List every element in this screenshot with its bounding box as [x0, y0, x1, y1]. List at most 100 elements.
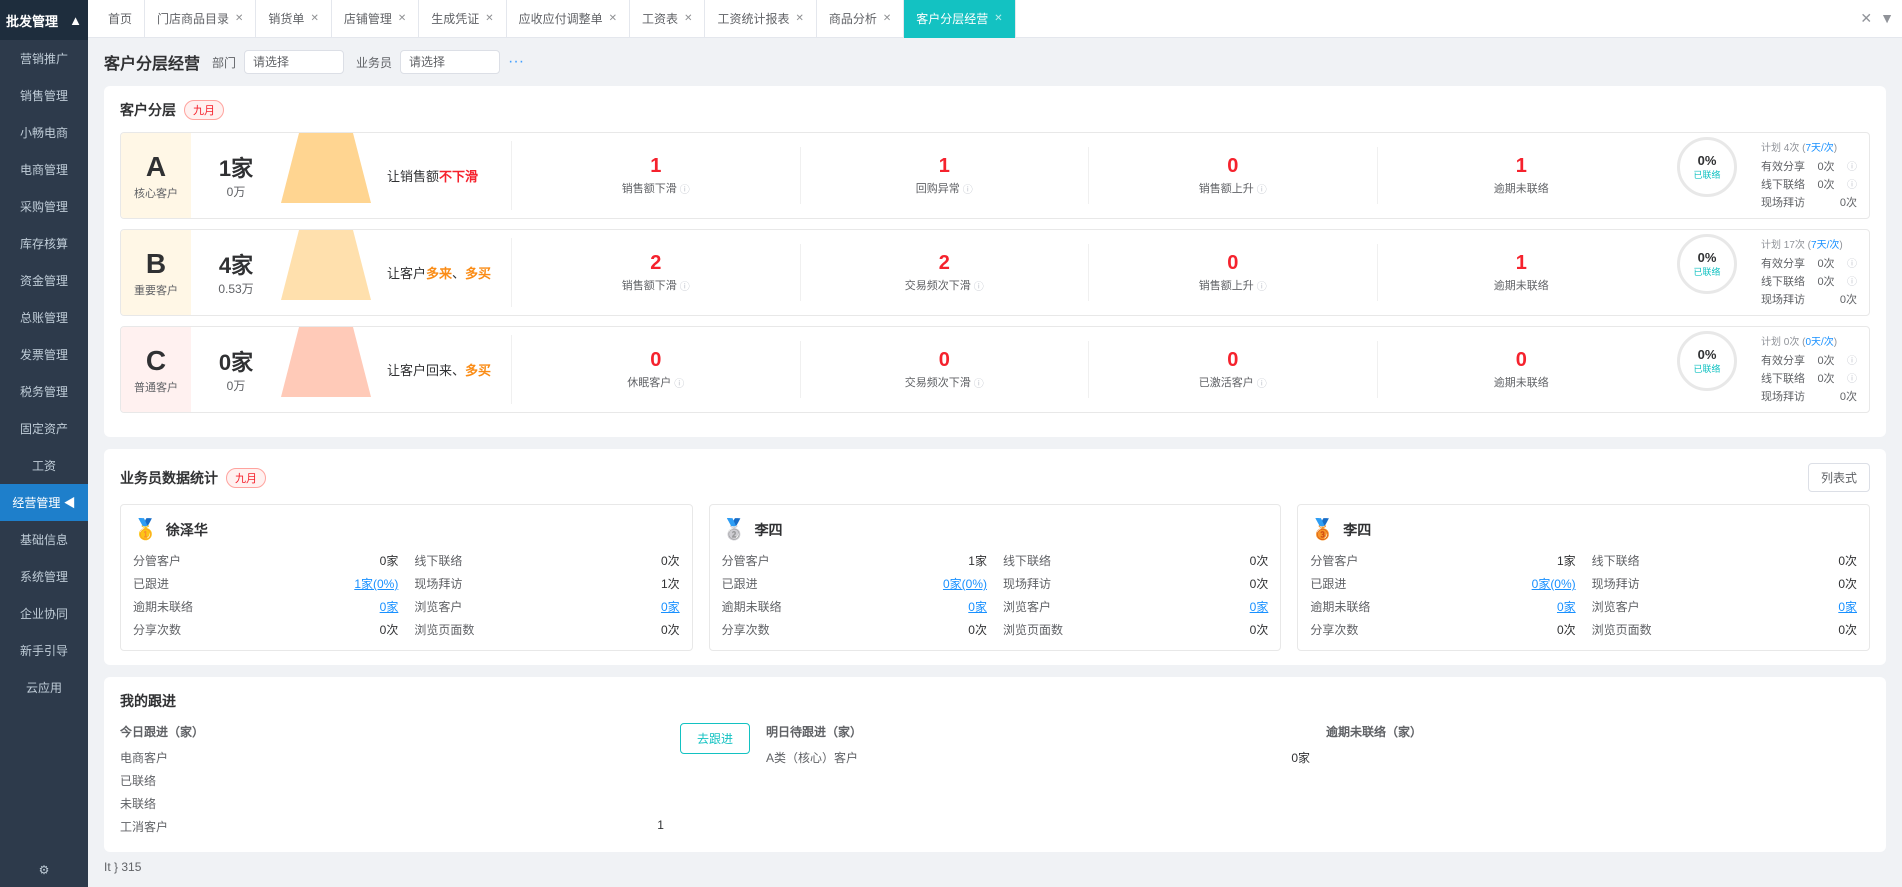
sidebar-item-yyyq[interactable]: 云应用: [0, 669, 88, 706]
metric-val-link[interactable]: 0家: [1557, 598, 1576, 615]
tier-a-count: 1家: [219, 151, 253, 183]
metric-label: 逾期未联络: [1494, 180, 1549, 196]
sidebar-item-gz[interactable]: 工资: [0, 447, 88, 484]
info-icon[interactable]: ⓘ: [1257, 278, 1267, 293]
info-icon[interactable]: ⓘ: [1847, 176, 1857, 192]
plan-link[interactable]: 7天/次: [1811, 240, 1839, 251]
metric-val-link[interactable]: 0家(0%): [1532, 575, 1576, 592]
tab-close-icon[interactable]: ✕: [609, 13, 617, 24]
info-icon[interactable]: ⓘ: [1847, 370, 1857, 386]
tier-b-metrics: 2 销售额下滑 ⓘ 2 交易频次下滑 ⓘ 0 销售额上升 ⓘ 1 逾期未联络: [512, 230, 1665, 315]
tier-b-contact-circle: 0% 已联络: [1677, 234, 1737, 294]
tab-close-icon[interactable]: ✕: [883, 13, 891, 24]
go-followup-button[interactable]: 去跟进: [680, 723, 750, 754]
metric-val-link[interactable]: 0家: [380, 598, 399, 615]
sidebar-item-dsgl[interactable]: 电商管理: [0, 151, 88, 188]
tier-c-letter: C: [146, 345, 166, 377]
sidebar-item-zzgl[interactable]: 总账管理: [0, 299, 88, 336]
tier-b-metric-1[interactable]: 2 交易频次下滑 ⓘ: [801, 244, 1090, 301]
staff-2-header: 🥉 李四: [1310, 517, 1857, 542]
tab-sales-order[interactable]: 销货单 ✕: [256, 0, 331, 38]
tier-c-metric-2[interactable]: 0 已激活客户 ⓘ: [1089, 341, 1378, 398]
sidebar-item-xtgl[interactable]: 系统管理: [0, 558, 88, 595]
info-icon[interactable]: ⓘ: [1847, 273, 1857, 289]
sidebar-item-xsyd[interactable]: 新手引导: [0, 632, 88, 669]
metric-val-link[interactable]: 0家: [968, 598, 987, 615]
followup-val: 0家: [1291, 749, 1310, 766]
sidebar-item-jygl[interactable]: 经营管理 ◀: [0, 484, 88, 521]
metric-label: 销售额下滑 ⓘ: [622, 277, 690, 293]
tab-close-icon[interactable]: ✕: [235, 13, 243, 24]
metric-val: 0次: [661, 621, 680, 638]
plan-link[interactable]: 7天/次: [1805, 143, 1833, 154]
metric-val-link[interactable]: 1家(0%): [354, 575, 398, 592]
tab-menu-icon[interactable]: ▼: [1880, 10, 1894, 27]
info-icon[interactable]: ⓘ: [974, 375, 984, 390]
sidebar-item-xsgl[interactable]: 销售管理: [0, 77, 88, 114]
info-icon[interactable]: ⓘ: [963, 181, 973, 196]
info-icon[interactable]: ⓘ: [1847, 352, 1857, 368]
tab-product-analysis[interactable]: 商品分析 ✕: [817, 0, 904, 38]
tab-gen-voucher[interactable]: 生成凭证 ✕: [419, 0, 506, 38]
info-icon[interactable]: ⓘ: [974, 278, 984, 293]
metric-val: 1家: [1557, 552, 1576, 569]
tab-close-icon[interactable]: ✕: [398, 13, 406, 24]
tab-close-icon[interactable]: ✕: [310, 13, 318, 24]
tier-a-metric-1[interactable]: 1 回购异常 ⓘ: [801, 147, 1090, 204]
staff-select[interactable]: 请选择: [400, 50, 500, 74]
tier-b-metric-2[interactable]: 0 销售额上升 ⓘ: [1089, 244, 1378, 301]
info-icon[interactable]: ⓘ: [680, 181, 690, 196]
tab-close-active-icon[interactable]: ✕: [994, 13, 1002, 24]
dept-select[interactable]: 请选择: [244, 50, 344, 74]
tab-close-icon[interactable]: ✕: [485, 13, 493, 24]
info-icon[interactable]: ⓘ: [674, 375, 684, 390]
metric-val: 0次: [968, 621, 987, 638]
sidebar-collapse-icon[interactable]: ▲: [69, 13, 82, 28]
tier-a-metric-3[interactable]: 1 逾期未联络: [1378, 147, 1666, 204]
sidebar-item-yxtt[interactable]: 营销推广: [0, 40, 88, 77]
metric-val-link[interactable]: 0家: [1250, 598, 1269, 615]
info-icon[interactable]: ⓘ: [1847, 158, 1857, 174]
followup-tomorrow-row-0: A类（核心）客户 0家: [766, 746, 1310, 769]
tier-a-metric-2[interactable]: 0 销售额上升 ⓘ: [1089, 147, 1378, 204]
tier-b-metric-0[interactable]: 2 销售额下滑 ⓘ: [512, 244, 801, 301]
tab-payroll-report[interactable]: 工资统计报表 ✕: [705, 0, 816, 38]
sidebar-item-jcxx[interactable]: 基础信息: [0, 521, 88, 558]
metric-val-link[interactable]: 0家: [1838, 598, 1857, 615]
tier-c-metric-0[interactable]: 0 休眠客户 ⓘ: [512, 341, 801, 398]
tier-c-metric-3[interactable]: 0 逾期未联络: [1378, 341, 1666, 398]
tab-close-icon[interactable]: ✕: [795, 13, 803, 24]
info-icon[interactable]: ⓘ: [680, 278, 690, 293]
tab-store-manage[interactable]: 店铺管理 ✕: [332, 0, 419, 38]
sidebar-item-fpgl[interactable]: 发票管理: [0, 336, 88, 373]
more-filter-icon[interactable]: ···: [508, 53, 524, 71]
sidebar-item-cggl[interactable]: 采购管理: [0, 188, 88, 225]
tier-a-metric-0[interactable]: 1 销售额下滑 ⓘ: [512, 147, 801, 204]
info-icon[interactable]: ⓘ: [1257, 375, 1267, 390]
medal-bronze-icon: 🥉: [1310, 517, 1335, 542]
tier-b-metric-3[interactable]: 1 逾期未联络: [1378, 244, 1666, 301]
sidebar-item-kchx[interactable]: 库存核算: [0, 225, 88, 262]
sidebar-settings[interactable]: ⚙: [0, 853, 88, 887]
tab-close-all-icon[interactable]: ✕: [1860, 10, 1872, 27]
tab-ar-ap[interactable]: 应收应付调整单 ✕: [507, 0, 630, 38]
metric-val-link[interactable]: 0家: [661, 598, 680, 615]
list-view-button[interactable]: 列表式: [1808, 463, 1870, 492]
tab-store-catalog[interactable]: 门店商品目录 ✕: [145, 0, 256, 38]
tab-customer-tier[interactable]: 客户分层经营 ✕: [904, 0, 1015, 38]
info-icon[interactable]: ⓘ: [1847, 255, 1857, 271]
sidebar-item-qyxt[interactable]: 企业协同: [0, 595, 88, 632]
plan-link[interactable]: 0天/次: [1805, 337, 1833, 348]
tab-close-icon[interactable]: ✕: [684, 13, 692, 24]
sidebar-item-zjgl[interactable]: 资金管理: [0, 262, 88, 299]
tier-c-metric-1[interactable]: 0 交易频次下滑 ⓘ: [801, 341, 1090, 398]
staff-card-0: 🥇 徐泽华 分管客户0家 线下联络0次 已跟进1家(0%) 现场拜访1次 逾期未…: [120, 504, 693, 651]
sidebar-item-xced[interactable]: 小畅电商: [0, 114, 88, 151]
tab-home[interactable]: 首页: [96, 0, 145, 38]
sidebar-item-gdwz[interactable]: 固定资产: [0, 410, 88, 447]
tab-payroll[interactable]: 工资表 ✕: [630, 0, 705, 38]
sidebar-item-swgl[interactable]: 税务管理: [0, 373, 88, 410]
gear-icon[interactable]: ⚙: [39, 863, 50, 877]
info-icon[interactable]: ⓘ: [1257, 181, 1267, 196]
metric-val-link[interactable]: 0家(0%): [943, 575, 987, 592]
